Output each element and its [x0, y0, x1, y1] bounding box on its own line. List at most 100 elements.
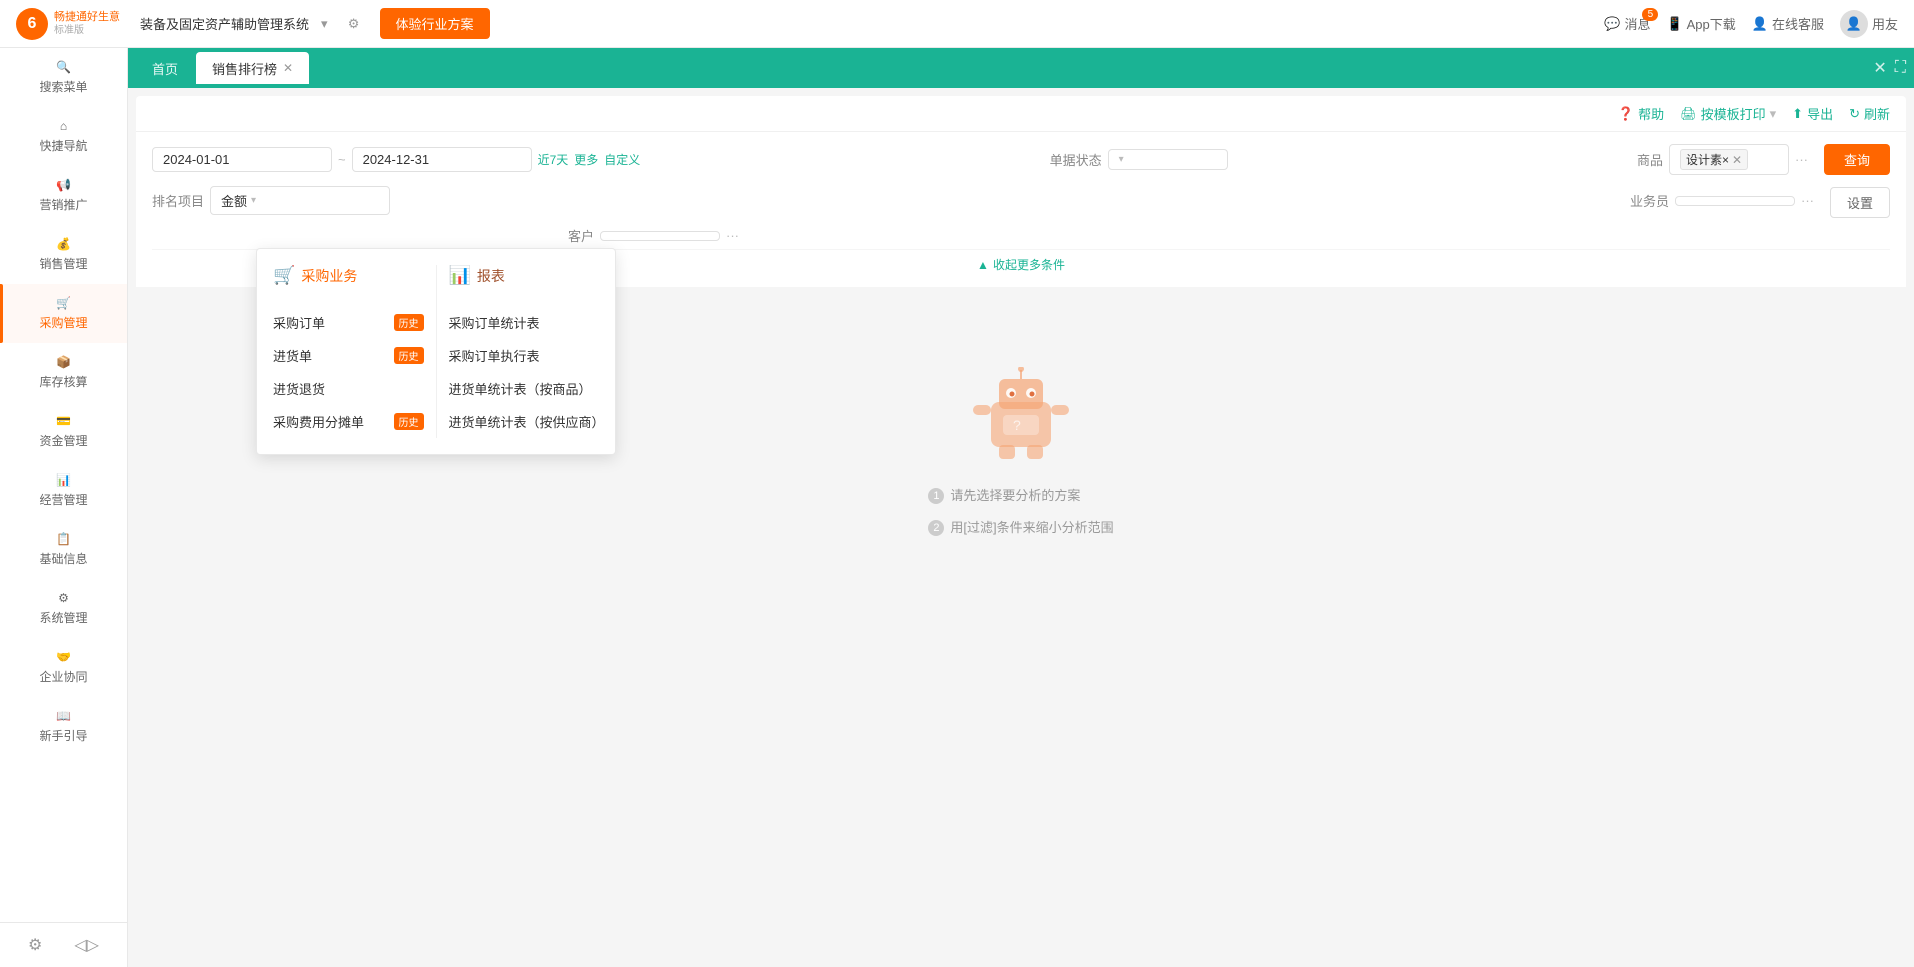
dropdown-label-report-goods-by-product: 进货单统计表（按商品） [449, 379, 592, 398]
sidebar-item-marketing[interactable]: 📢 营销推广 [0, 166, 127, 225]
dropdown-item-report-goods-by-product[interactable]: 进货单统计表（按商品） [449, 372, 600, 405]
voucher-status-label: 单据状态 [1050, 150, 1102, 169]
sidebar-item-sales[interactable]: 💰 销售管理 [0, 225, 127, 284]
collapse-text: ▲ 收起更多条件 [977, 256, 1065, 273]
service-label: 在线客服 [1772, 14, 1824, 33]
purchase-icon: 🛒 [56, 296, 71, 310]
customer-more-dots[interactable]: ··· [726, 228, 739, 243]
gear-button[interactable]: ⚙ [340, 10, 368, 38]
dropdown-item-report-order-exec[interactable]: 采购订单执行表 [449, 339, 600, 372]
print-button[interactable]: 🖨 按模板打印 ▾ [1680, 104, 1776, 123]
home-icon: ⌂ [60, 119, 67, 133]
collapse-up-icon: ▲ [977, 258, 989, 272]
voucher-status-field: 单据状态 ▾ [1050, 149, 1228, 170]
export-button[interactable]: ⬆ 导出 [1792, 104, 1833, 123]
sidebar-label-operation: 经营管理 [39, 491, 87, 508]
sidebar-item-system[interactable]: ⚙ 系统管理 [0, 579, 127, 638]
industry-button[interactable]: 体验行业方案 [380, 8, 490, 39]
print-dropdown-icon[interactable]: ▾ [1770, 106, 1777, 122]
tab-home[interactable]: 首页 [136, 52, 194, 84]
sidebar: 🔍 搜索菜单 ⌂ 快捷导航 📢 营销推广 💰 销售管理 🛒 采购管理 📦 库存核… [0, 48, 128, 967]
cooperation-icon: 🤝 [56, 650, 71, 664]
sidebar-label-finance: 资金管理 [39, 432, 87, 449]
salesman-label: 业务员 [1630, 191, 1669, 210]
date-end-value: 2024-12-31 [363, 152, 430, 167]
date-start-input[interactable]: 2024-01-01 [152, 147, 332, 172]
help-button[interactable]: ❓ 帮助 [1618, 104, 1664, 123]
sidebar-label-purchase: 采购管理 [39, 314, 87, 331]
dropdown-item-report-goods-by-supplier[interactable]: 进货单统计表（按供应商） [449, 405, 600, 438]
tab-maximize-btn[interactable]: ⛶ [1895, 59, 1906, 77]
goods-more-dots[interactable]: ··· [1795, 152, 1808, 167]
app-icon: 📱 [1666, 16, 1682, 32]
help-label: 帮助 [1638, 104, 1664, 123]
online-service-button[interactable]: 👤 在线客服 [1752, 14, 1824, 33]
tab-sales-rank[interactable]: 销售排行榜 ✕ [196, 52, 309, 84]
inventory-icon: 📦 [56, 355, 71, 369]
sidebar-collapse-btn[interactable]: ◁▷ [74, 935, 99, 955]
export-icon: ⬆ [1792, 106, 1803, 122]
sidebar-item-operation[interactable]: 📊 经营管理 [0, 461, 127, 520]
sidebar-settings-btn[interactable]: ⚙ [28, 935, 42, 955]
message-button[interactable]: 💬 消息 5 [1604, 14, 1650, 33]
salesman-input[interactable] [1675, 196, 1795, 206]
sidebar-label-search: 搜索菜单 [39, 78, 87, 95]
print-label: 按模板打印 [1701, 104, 1766, 123]
sidebar-item-basic[interactable]: 📋 基础信息 [0, 520, 127, 579]
rank-select[interactable]: 金额 ▾ [210, 186, 390, 215]
refresh-button[interactable]: ↻ 刷新 [1849, 104, 1890, 123]
message-icon: 💬 [1604, 16, 1620, 32]
dropdown-item-goods-return[interactable]: 进货退货 [273, 372, 424, 405]
app-download-button[interactable]: 📱 App下载 [1666, 14, 1735, 33]
dropdown-divider [436, 265, 437, 438]
content-area: 首页 销售排行榜 ✕ ✕ ⛶ ❓ 帮助 🖨 按模板 [128, 48, 1914, 967]
svg-text:?: ? [1013, 417, 1021, 433]
sidebar-item-cooperation[interactable]: 🤝 企业协同 [0, 638, 127, 697]
user-area[interactable]: 👤 用友 [1840, 10, 1898, 38]
logo-area: 6 畅捷通好生意 标准版 [16, 8, 120, 40]
query-button[interactable]: 查询 [1824, 144, 1890, 175]
service-icon: 👤 [1752, 16, 1768, 32]
customer-input[interactable] [600, 231, 720, 241]
dropdown-label-report-order-stat: 采购订单统计表 [449, 313, 540, 332]
content-inner: ❓ 帮助 🖨 按模板打印 ▾ ⬆ 导出 ↻ 刷新 [128, 88, 1914, 967]
sidebar-item-nav[interactable]: ⌂ 快捷导航 [0, 107, 127, 166]
dropdown-item-report-order-stat[interactable]: 采购订单统计表 [449, 306, 600, 339]
sidebar-item-search[interactable]: 🔍 搜索菜单 [0, 48, 127, 107]
hint-num2: 2 [928, 520, 944, 536]
salesman-field: 业务员 ··· [1630, 191, 1814, 210]
sidebar-label-basic: 基础信息 [39, 550, 87, 567]
sidebar-item-purchase[interactable]: 🛒 采购管理 [0, 284, 127, 343]
dropdown-item-goods-in[interactable]: 进货单 历史 [273, 339, 424, 372]
settings-button[interactable]: 设置 [1830, 187, 1890, 218]
sidebar-item-finance[interactable]: 💳 资金管理 [0, 402, 127, 461]
operation-icon: 📊 [56, 473, 71, 487]
empty-illustration: ? [961, 367, 1081, 467]
sidebar-label-system: 系统管理 [39, 609, 87, 626]
sidebar-item-inventory[interactable]: 📦 库存核算 [0, 343, 127, 402]
purchase-col: 🛒 采购业务 采购订单 历史 进货单 历史 进货退货 [273, 265, 424, 438]
date-end-input[interactable]: 2024-12-31 [352, 147, 532, 172]
date-quick-custom[interactable]: 自定义 [604, 151, 640, 168]
system-dropdown-arrow[interactable]: ▾ [321, 16, 328, 32]
filter-row2: 排名项目 金额 ▾ 业务员 ··· 设置 [152, 179, 1890, 222]
date-separator: ~ [338, 152, 346, 167]
voucher-status-select[interactable]: ▾ [1108, 149, 1228, 170]
dropdown-item-purchase-fee[interactable]: 采购费用分摊单 历史 [273, 405, 424, 438]
sidebar-label-marketing: 营销推广 [39, 196, 87, 213]
salesman-more-dots[interactable]: ··· [1801, 193, 1814, 208]
date-quick-more[interactable]: 更多 [574, 151, 598, 168]
export-label: 导出 [1807, 104, 1833, 123]
dropdown-label-report-goods-by-supplier: 进货单统计表（按供应商） [449, 412, 600, 431]
customer-label: 客户 [568, 226, 594, 245]
tab-bar-right: ✕ ⛶ [1873, 58, 1906, 78]
goods-input[interactable]: 设计素× ✕ [1669, 144, 1789, 175]
date-quick-7days[interactable]: 近7天 [538, 151, 569, 168]
goods-tag-close[interactable]: ✕ [1732, 153, 1742, 167]
finance-icon: 💳 [56, 414, 71, 428]
tab-close-icon[interactable]: ✕ [283, 61, 293, 75]
goods-tag-text: 设计素× [1686, 151, 1729, 168]
dropdown-item-purchase-order[interactable]: 采购订单 历史 [273, 306, 424, 339]
tab-close-window-btn[interactable]: ✕ [1873, 58, 1886, 78]
sidebar-item-guide[interactable]: 📖 新手引导 [0, 697, 127, 756]
